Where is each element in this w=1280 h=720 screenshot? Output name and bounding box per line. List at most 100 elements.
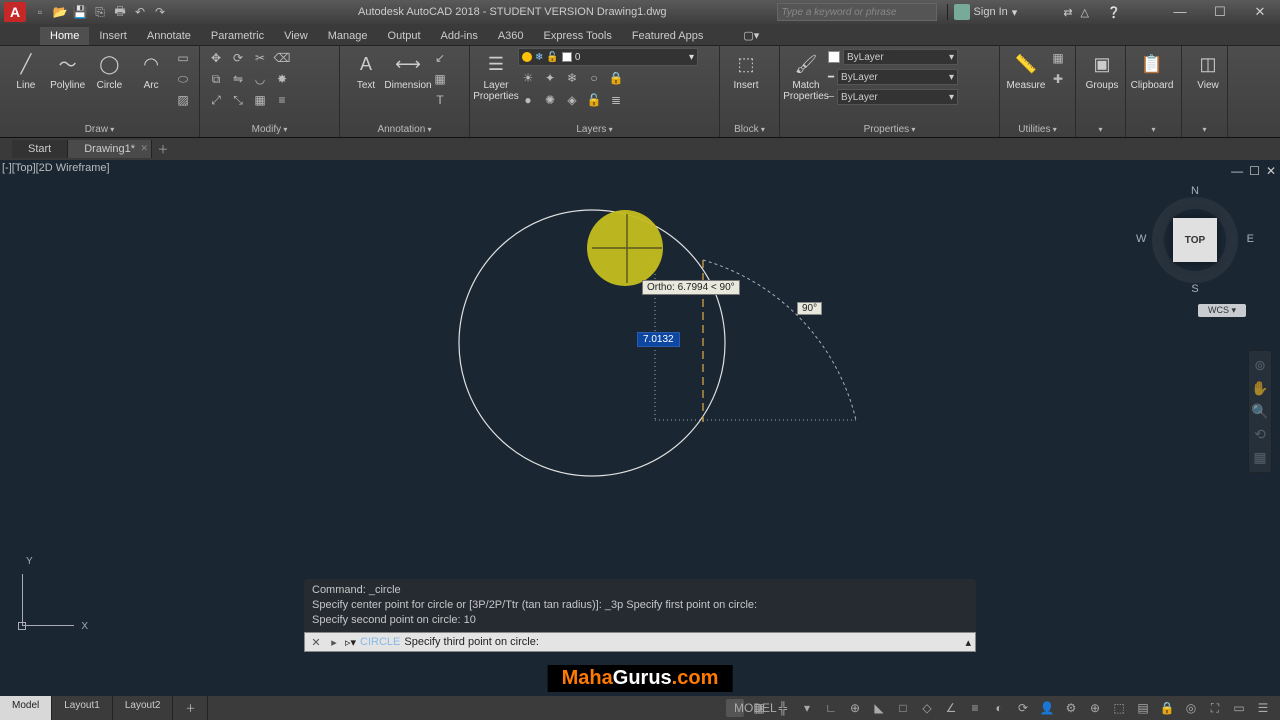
tool-scale[interactable]: ⤡ [228, 90, 248, 110]
ann-monitor-icon[interactable]: ⊕ [1086, 701, 1104, 715]
tool-rectangle[interactable]: ▭ [173, 48, 193, 68]
panel-annotation-title[interactable]: Annotation [346, 122, 463, 137]
tool-polyline[interactable]: 〜Polyline [48, 48, 88, 93]
tool-view[interactable]: ◫View [1188, 48, 1228, 93]
tool-leader[interactable]: ↙ [430, 48, 450, 68]
tool-dimension[interactable]: ⟷Dimension [388, 48, 428, 93]
tool-copy[interactable]: ⧉ [206, 69, 226, 89]
save-icon[interactable]: 💾 [72, 4, 88, 20]
grid-toggle-icon[interactable]: ▦ [750, 701, 768, 715]
otrack-toggle-icon[interactable]: ∠ [942, 701, 960, 715]
tool-laymcur[interactable]: ☀ [518, 68, 538, 88]
cleanscreen-icon[interactable]: ▭ [1230, 701, 1248, 715]
tool-mirror[interactable]: ⇋ [228, 69, 248, 89]
hardware-accel-icon[interactable]: ⛶ [1206, 701, 1224, 716]
close-tab-icon[interactable]: ✕ [140, 143, 148, 154]
layout-tab-model[interactable]: Model [0, 696, 52, 720]
tab-annotate[interactable]: Annotate [137, 27, 201, 45]
add-layout-button[interactable]: ＋ [173, 696, 208, 720]
tool-layuniso[interactable]: ◈ [562, 90, 582, 110]
modelspace-indicator[interactable]: MODEL [726, 699, 744, 717]
color-control[interactable]: ByLayer▾ [828, 48, 958, 66]
tool-text[interactable]: AText [346, 48, 386, 93]
ann-scale-icon[interactable]: 👤 [1038, 701, 1056, 715]
tab-home[interactable]: Home [40, 27, 89, 45]
tool-hatch[interactable]: ▨ [173, 90, 193, 110]
infer-toggle-icon[interactable]: ▾ [798, 701, 816, 715]
panel-clipboard-expand[interactable] [1132, 122, 1175, 137]
tool-move[interactable]: ✥ [206, 48, 226, 68]
panel-draw-title[interactable]: Draw [6, 122, 193, 137]
tool-layoff[interactable]: ○ [584, 68, 604, 88]
snap-toggle-icon[interactable]: ╬ [774, 701, 792, 715]
layout-tab-layout2[interactable]: Layout2 [113, 696, 174, 720]
ortho-toggle-icon[interactable]: ∟ [822, 701, 840, 715]
osnap-toggle-icon[interactable]: □ [894, 701, 912, 715]
panel-block-title[interactable]: Block [726, 122, 773, 137]
tool-quickcalc[interactable]: ▦ [1048, 48, 1068, 68]
saveas-icon[interactable]: ⎘ [92, 4, 108, 20]
tool-array[interactable]: ▦ [250, 90, 270, 110]
tool-arc[interactable]: ◠Arc [131, 48, 171, 93]
tool-circle[interactable]: ◯Circle [90, 48, 130, 93]
tool-offset[interactable]: ≡ [272, 90, 292, 110]
exchange-icon[interactable]: ⇄ [1063, 6, 1072, 19]
lock-ui-icon[interactable]: 🔒 [1158, 701, 1176, 715]
lineweight-control[interactable]: ━ByLayer▾ [828, 68, 958, 86]
app-logo[interactable]: A [4, 2, 26, 22]
tool-point[interactable]: ✚ [1048, 69, 1068, 89]
help-icon[interactable]: ❔ [1107, 6, 1121, 19]
panel-layers-title[interactable]: Layers [476, 122, 713, 137]
tool-layiso[interactable]: ✦ [540, 68, 560, 88]
tool-fillet[interactable]: ◡ [250, 69, 270, 89]
tool-laymch[interactable]: ≣ [606, 90, 626, 110]
tool-ellipse[interactable]: ⬭ [173, 69, 193, 89]
3dosnap-icon[interactable]: ◇ [918, 701, 936, 715]
tool-clipboard[interactable]: 📋Clipboard [1132, 48, 1172, 93]
tool-stretch[interactable]: ⤢ [206, 90, 226, 110]
tool-layon[interactable]: ● [518, 90, 538, 110]
tab-parametric[interactable]: Parametric [201, 27, 274, 45]
undo-icon[interactable]: ↶ [132, 4, 148, 20]
tool-laylck[interactable]: 🔒 [606, 68, 626, 88]
cmd-history-toggle-icon[interactable]: ▴ [965, 636, 971, 649]
ribbon-toggle-icon[interactable]: ▢▾ [733, 26, 769, 45]
tab-featured[interactable]: Featured Apps [622, 27, 714, 45]
dwg-tab-drawing1[interactable]: Drawing1*✕ [68, 140, 152, 158]
a360-icon[interactable]: △ [1081, 6, 1089, 19]
tab-addins[interactable]: Add-ins [431, 27, 488, 45]
polar-toggle-icon[interactable]: ⊕ [846, 701, 864, 715]
panel-utilities-title[interactable]: Utilities [1006, 122, 1069, 137]
isolate-icon[interactable]: ◎ [1182, 701, 1200, 715]
ucs-icon[interactable]: Y X [16, 562, 86, 632]
recent-cmd-icon[interactable]: ▸ [327, 636, 341, 649]
dwg-tab-start[interactable]: Start [12, 140, 68, 158]
print-icon[interactable]: 🖶 [112, 4, 128, 20]
tool-measure[interactable]: 📏Measure [1006, 48, 1046, 93]
signin-area[interactable]: Sign In ▾ [947, 4, 1024, 20]
linetype-control[interactable]: ┄ByLayer▾ [828, 88, 958, 106]
tool-erase[interactable]: ⌫ [272, 48, 292, 68]
signin-dropdown-icon[interactable]: ▾ [1012, 6, 1018, 19]
tool-line[interactable]: ╱Line [6, 48, 46, 93]
panel-modify-title[interactable]: Modify [206, 122, 333, 137]
units-icon[interactable]: ⬚ [1110, 701, 1128, 715]
command-input[interactable]: ✕ ▸ ▹▾ CIRCLE Specify third point on cir… [304, 632, 976, 652]
tab-a360[interactable]: A360 [488, 27, 534, 45]
lineweight-toggle-icon[interactable]: ≡ [966, 701, 984, 715]
layer-combo[interactable]: ❄ 🔓 0 ▾ [518, 48, 698, 66]
layout-tab-layout1[interactable]: Layout1 [52, 696, 113, 720]
customize-tray-icon[interactable]: ☰ [1254, 701, 1272, 715]
tab-output[interactable]: Output [378, 27, 431, 45]
close-button[interactable]: ✕ [1240, 4, 1280, 20]
tool-mtext[interactable]: T [430, 90, 450, 110]
tool-table[interactable]: ▦ [430, 69, 450, 89]
tool-layer-properties[interactable]: ☰Layer Properties [476, 48, 516, 104]
panel-groups-expand[interactable] [1082, 122, 1119, 137]
quickprops-icon[interactable]: ▤ [1134, 701, 1152, 715]
minimize-button[interactable]: — [1160, 4, 1200, 20]
tab-view[interactable]: View [274, 27, 318, 45]
infocenter-search[interactable]: Type a keyword or phrase [777, 3, 937, 21]
tool-trim[interactable]: ✂ [250, 48, 270, 68]
new-drawing-button[interactable]: ＋ [152, 141, 174, 157]
